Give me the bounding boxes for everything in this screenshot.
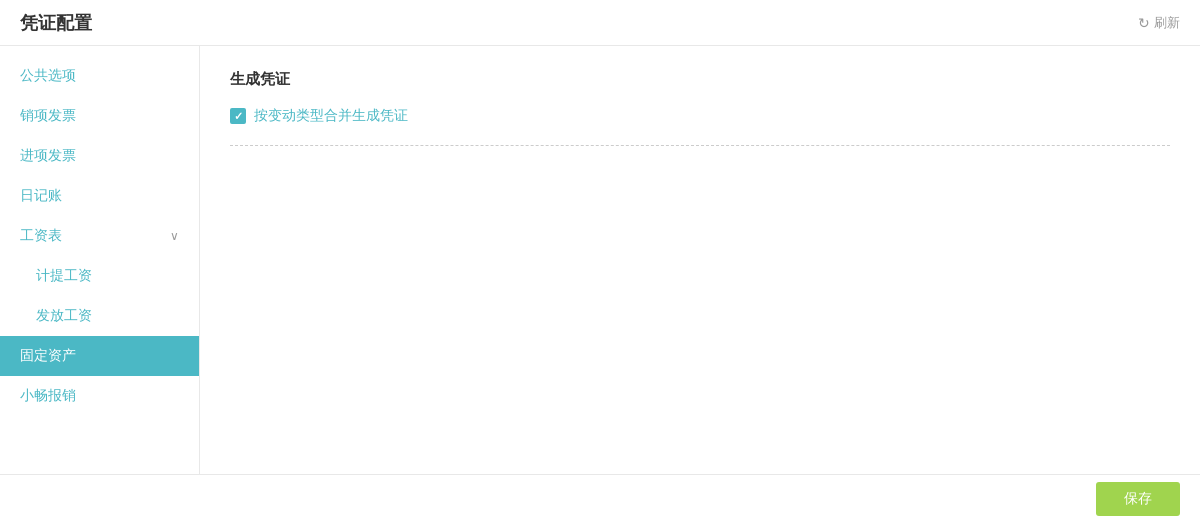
sidebar-item-label: 固定资产 <box>20 347 76 365</box>
sidebar-item-label: 销项发票 <box>20 107 76 125</box>
refresh-button[interactable]: ↻ 刷新 <box>1138 14 1180 32</box>
sidebar-item-label: 小畅报销 <box>20 387 76 405</box>
page-header: 凭证配置 ↻ 刷新 <box>0 0 1200 46</box>
sidebar-item-journal[interactable]: 日记账 <box>0 176 199 216</box>
merge-by-type-label[interactable]: 按变动类型合并生成凭证 <box>254 107 408 125</box>
sidebar-item-public-options[interactable]: 公共选项 <box>0 56 199 96</box>
main-content: 生成凭证 按变动类型合并生成凭证 <box>200 46 1200 474</box>
sidebar: 公共选项销项发票进项发票日记账工资表 ∨ 计提工资发放工资固定资产小畅报销 <box>0 46 200 474</box>
sidebar-item-sales-invoice[interactable]: 销项发票 <box>0 96 199 136</box>
sidebar-item-petty-expense[interactable]: 小畅报销 <box>0 376 199 416</box>
main-layout: 公共选项销项发票进项发票日记账工资表 ∨ 计提工资发放工资固定资产小畅报销 生成凭证… <box>0 46 1200 474</box>
save-button[interactable]: 保存 <box>1096 482 1180 516</box>
sidebar-item-label: 进项发票 <box>20 147 76 165</box>
merge-by-type-checkbox[interactable] <box>230 108 246 124</box>
sidebar-item-pay-payroll[interactable]: 发放工资 <box>0 296 199 336</box>
sidebar-item-calc-payroll[interactable]: 计提工资 <box>0 256 199 296</box>
sidebar-item-purchase-invoice[interactable]: 进项发票 <box>0 136 199 176</box>
page-title: 凭证配置 <box>20 11 92 35</box>
sidebar-item-label: 发放工资 <box>36 307 92 325</box>
sidebar-item-label: 公共选项 <box>20 67 76 85</box>
sidebar-item-label: 日记账 <box>20 187 62 205</box>
sidebar-item-payroll-table[interactable]: 工资表 ∨ <box>0 216 199 256</box>
refresh-label: 刷新 <box>1154 14 1180 32</box>
chevron-down-icon: ∨ <box>170 229 179 243</box>
sidebar-item-fixed-assets[interactable]: 固定资产 <box>0 336 199 376</box>
checkbox-row: 按变动类型合并生成凭证 <box>230 107 1170 125</box>
section-title: 生成凭证 <box>230 70 1170 89</box>
sidebar-item-label: 工资表 <box>20 227 62 245</box>
refresh-icon: ↻ <box>1138 15 1150 31</box>
sidebar-item-label: 计提工资 <box>36 267 92 285</box>
section-divider <box>230 145 1170 146</box>
footer: 保存 <box>0 474 1200 522</box>
